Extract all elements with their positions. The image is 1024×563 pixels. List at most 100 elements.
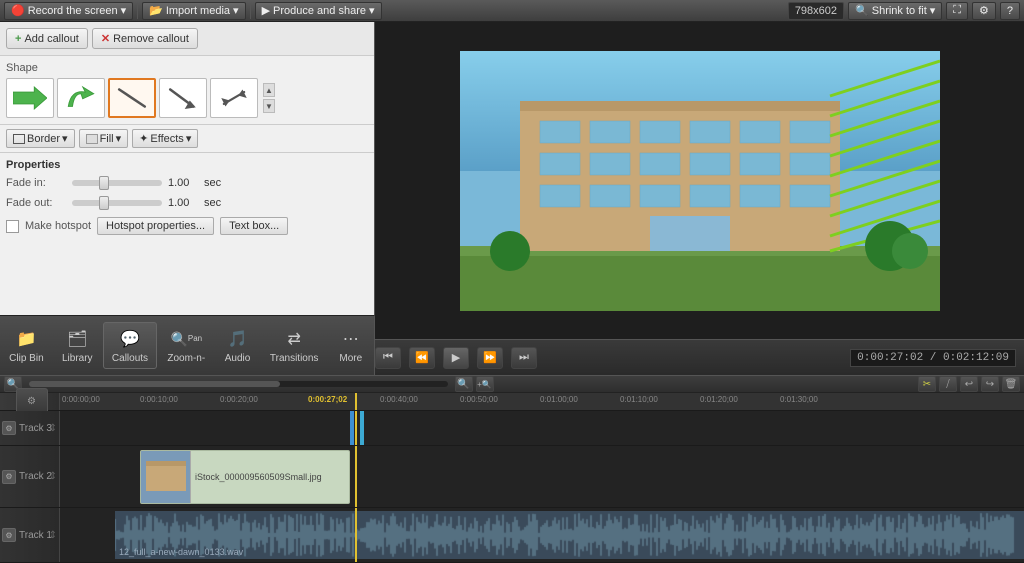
import-label: Import media	[166, 5, 230, 17]
top-toolbar: 🔴 Record the screen ▾ 📂 Import media ▾ ▶…	[0, 0, 1024, 22]
ruler-label: ⚙	[0, 393, 60, 410]
audio-clip[interactable]: // Waveform will be drawn via JS below 1…	[115, 511, 1024, 559]
shape-label: Shape	[6, 62, 368, 74]
shape-line-diag[interactable]	[108, 78, 156, 118]
blue-marker-left	[350, 411, 354, 445]
border-button[interactable]: Border ▾	[6, 129, 75, 148]
ruler-20: 0:00:20;00	[220, 395, 258, 404]
shape-double-arrow[interactable]	[210, 78, 258, 118]
track-1-row: ⚙ Track 1 ⇕ // Waveform will be drawn vi…	[0, 508, 1024, 563]
record-button[interactable]: 🔴 Record the screen ▾	[4, 2, 133, 20]
fit-label: Shrink to fit	[872, 5, 927, 17]
text-box-button[interactable]: Text box...	[220, 217, 288, 235]
zoom-slider[interactable]	[29, 381, 448, 387]
track-1-resize[interactable]: ⇕	[49, 530, 57, 541]
tab-callouts[interactable]: 💬 Callouts	[103, 322, 157, 369]
fill-icon	[86, 134, 98, 144]
fade-out-slider[interactable]	[72, 200, 162, 206]
transport-bar: ⏮ ⏪ ▶ ⏩ ⏭ 0:00:27:02 / 0:02:12:09	[375, 339, 1024, 375]
ruler-80: 0:01:20;00	[700, 395, 738, 404]
tab-clip-bin[interactable]: 📁 Clip Bin	[1, 323, 51, 368]
settings-button[interactable]: ⚙	[972, 2, 996, 20]
effects-icon: ✦	[139, 132, 148, 145]
timeline-controls: 🔍 🔍 +🔍 ✂ ⧸ ↩ ↪ 🗑	[0, 375, 1024, 393]
cursor-track1	[355, 508, 357, 562]
play-button[interactable]: ▶	[443, 347, 469, 369]
settings-icon: ⚙	[979, 4, 989, 17]
shape-scroll-up[interactable]: ▲	[263, 83, 275, 97]
tab-library[interactable]: 🗂 Library	[54, 323, 101, 368]
shape-arrow-right[interactable]	[6, 78, 54, 118]
fade-out-unit: sec	[204, 197, 221, 209]
tab-bar: 📁 Clip Bin 🗂 Library 💬 Callouts 🔍Pan Zoo…	[0, 315, 375, 375]
produce-chevron: ▾	[369, 4, 375, 17]
delete-button[interactable]: 🗑	[1002, 376, 1020, 392]
track-3-settings[interactable]: ⚙	[2, 421, 16, 435]
hotspot-properties-button[interactable]: Hotspot properties...	[97, 217, 214, 235]
audio-clip-label: 12_full_a-new-dawn_0133.wav	[119, 547, 243, 557]
ruler-row: ⚙ 0:00:00;00 0:00:10;00 0:00:20;00 0:00:…	[0, 393, 1024, 411]
tab-more[interactable]: ⋯ More	[329, 323, 373, 368]
fullscreen-button[interactable]: ⛶	[946, 2, 968, 20]
blue-marker-right	[360, 411, 364, 445]
clip-image-label: iStock_000009560509Small.jpg	[191, 470, 326, 484]
fill-chevron: ▾	[116, 132, 122, 145]
x-icon: ✕	[101, 32, 110, 45]
ruler-10: 0:00:10;00	[140, 395, 178, 404]
track-2-name: Track 2	[19, 471, 52, 482]
fullscreen-icon: ⛶	[953, 4, 961, 17]
undo-button[interactable]: ↩	[960, 376, 978, 392]
track-2-resize[interactable]: ⇕	[49, 471, 57, 482]
cut-button[interactable]: ✂	[918, 376, 936, 392]
ruler-40: 0:00:40;00	[380, 395, 418, 404]
remove-callout-label: Remove callout	[113, 33, 189, 45]
tab-audio[interactable]: 🎵 Audio	[216, 323, 260, 368]
shape-section: Shape	[0, 56, 374, 125]
fade-in-slider[interactable]	[72, 180, 162, 186]
library-label: Library	[62, 353, 93, 364]
fit-button[interactable]: 🔍 Shrink to fit ▾	[848, 2, 942, 20]
track-3-resize[interactable]: ⇕	[49, 423, 57, 434]
zoom-in-button[interactable]: +🔍	[476, 376, 494, 392]
split-button[interactable]: ⧸	[939, 376, 957, 392]
zoom-out-button[interactable]: 🔍	[455, 376, 473, 392]
shape-arrow-diag[interactable]	[159, 78, 207, 118]
audio-icon: 🎵	[224, 327, 252, 351]
timeline-area: 🔍 🔍 +🔍 ✂ ⧸ ↩ ↪ 🗑 ⚙ 0:00:00;00	[0, 375, 1024, 545]
fill-button[interactable]: Fill ▾	[79, 129, 129, 148]
callouts-label: Callouts	[112, 353, 148, 364]
tab-zoom-n-pan[interactable]: 🔍Pan Zoom-n-	[159, 323, 213, 368]
tab-transitions[interactable]: ⇄ Transitions	[262, 323, 327, 368]
fast-forward-button[interactable]: ⏩	[477, 347, 503, 369]
track-2-settings[interactable]: ⚙	[2, 470, 16, 484]
building-bg	[460, 51, 940, 311]
redo-button[interactable]: ↪	[981, 376, 999, 392]
remove-callout-button[interactable]: ✕ Remove callout	[92, 28, 198, 49]
properties-label: Properties	[6, 159, 368, 171]
add-callout-button[interactable]: + Add callout	[6, 28, 88, 49]
help-icon: ?	[1007, 5, 1013, 17]
shape-curved-arrow[interactable]	[57, 78, 105, 118]
shape-scroll-down[interactable]: ▼	[263, 99, 275, 113]
hotspot-checkbox[interactable]	[6, 220, 19, 233]
track-2-row: ⚙ Track 2 ⇕ iStock_00	[0, 446, 1024, 508]
thumb-svg	[141, 451, 191, 503]
zoom-icon: 🔍Pan	[172, 327, 200, 351]
properties-section: Properties Fade in: 1.00 sec Fade out:	[0, 153, 374, 241]
effects-button[interactable]: ✦ Effects ▾	[132, 129, 198, 148]
go-to-end-button[interactable]: ⏭	[511, 347, 537, 369]
callouts-icon: 💬	[116, 327, 144, 351]
import-button[interactable]: 📂 Import media ▾	[142, 2, 245, 20]
image-clip[interactable]: iStock_000009560509Small.jpg	[140, 450, 350, 504]
rewind-button[interactable]: ⏪	[409, 347, 435, 369]
hotspot-row: Make hotspot Hotspot properties... Text …	[6, 217, 368, 235]
help-button[interactable]: ?	[1000, 2, 1020, 20]
fade-out-label: Fade out:	[6, 197, 66, 209]
timeline-tracks: ⚙ 0:00:00;00 0:00:10;00 0:00:20;00 0:00:…	[0, 393, 1024, 563]
left-panel: + Add callout ✕ Remove callout Shape	[0, 22, 374, 315]
shape-scroll: ▲ ▼	[263, 83, 275, 113]
track-1-settings[interactable]: ⚙	[2, 528, 16, 542]
produce-button[interactable]: ▶ Produce and share ▾	[255, 2, 382, 20]
transitions-label: Transitions	[270, 353, 319, 364]
go-to-start-button[interactable]: ⏮	[375, 347, 401, 369]
